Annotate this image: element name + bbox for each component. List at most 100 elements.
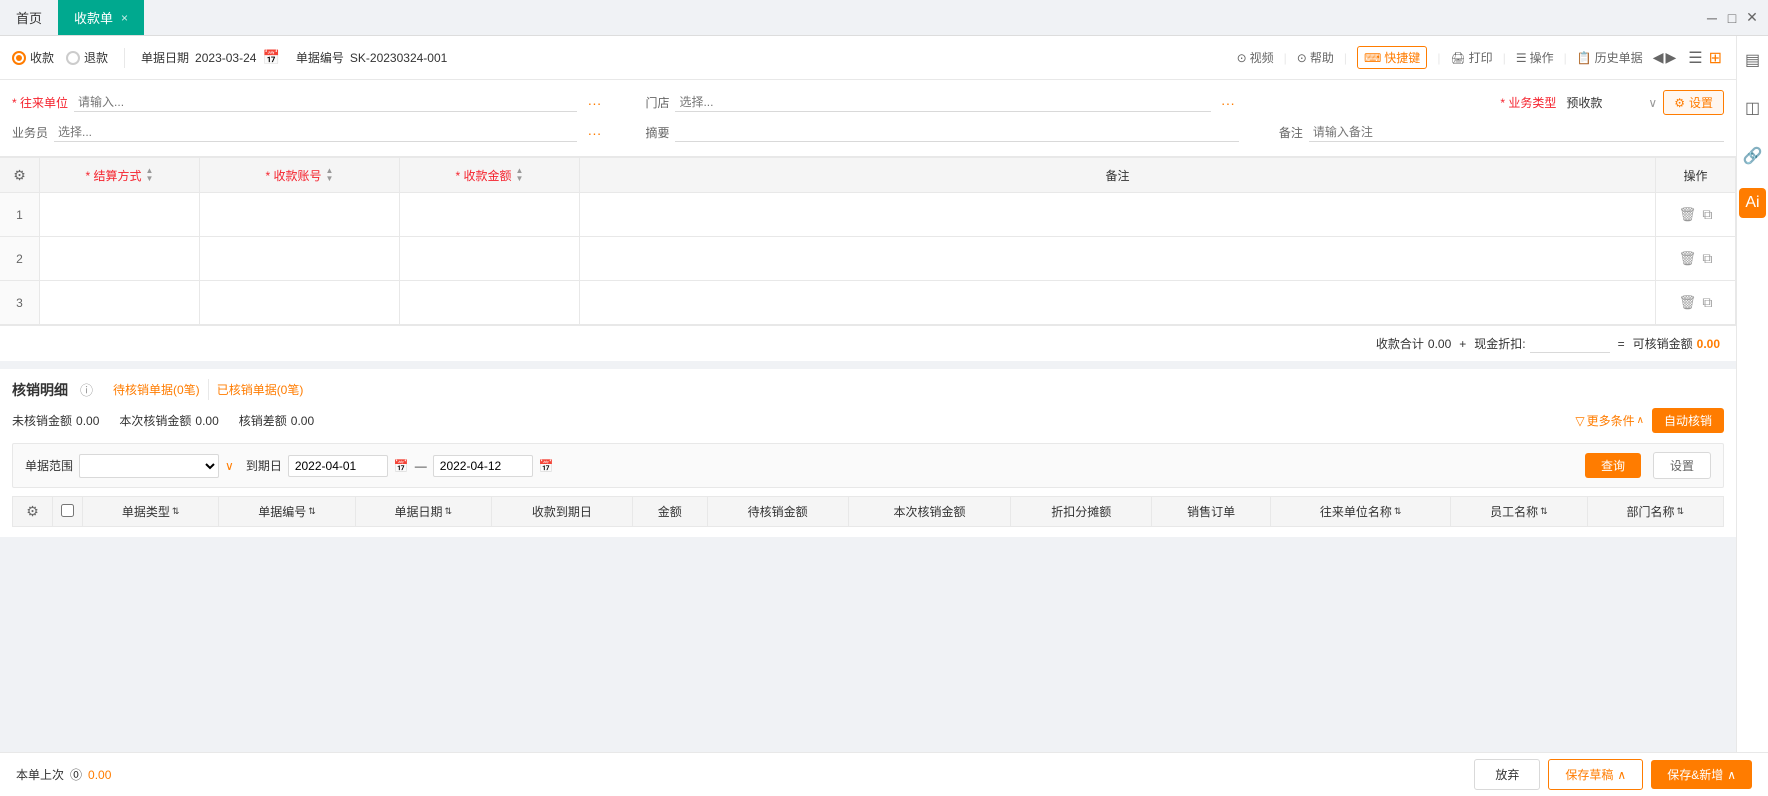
store-input[interactable] bbox=[675, 93, 1210, 112]
table-row: 3 🗑 ⧉ bbox=[0, 281, 1736, 325]
more-conditions-btn[interactable]: ▽ 更多条件 ∧ bbox=[1575, 412, 1644, 429]
help-btn[interactable]: ⊙ 帮助 bbox=[1297, 49, 1334, 66]
row3-settlement[interactable] bbox=[40, 281, 200, 324]
row3-copy-icon[interactable]: ⧉ bbox=[1702, 294, 1712, 311]
radio-tuikuan[interactable]: 退款 bbox=[66, 49, 108, 66]
remark-label: 备注 bbox=[1279, 124, 1303, 141]
filter-icon: ▽ bbox=[1575, 414, 1584, 428]
history-btn[interactable]: 📋 历史单据 bbox=[1577, 49, 1643, 66]
tab-home[interactable]: 首页 bbox=[0, 0, 58, 35]
row2-copy-icon[interactable]: ⧉ bbox=[1702, 250, 1712, 267]
filter-setting-btn[interactable]: 设置 bbox=[1653, 452, 1711, 479]
diff-label: 核销差额 bbox=[239, 412, 287, 429]
row2-settlement[interactable] bbox=[40, 237, 200, 280]
store-field: 门店 ··· bbox=[645, 93, 1238, 112]
bottom-bar: 本单上次 ⓪ 0.00 放弃 保存草稿 ∧ 保存&新增 ∧ bbox=[0, 752, 1768, 796]
save-btn[interactable]: 保存&新增 ∧ bbox=[1651, 760, 1752, 789]
sidebar-doc-icon[interactable]: ◫ bbox=[1739, 92, 1766, 124]
staff-more-btn[interactable]: ··· bbox=[583, 125, 605, 141]
minimize-btn[interactable]: ─ bbox=[1704, 10, 1720, 26]
row2-remark[interactable] bbox=[580, 237, 1656, 280]
dt-check-all[interactable] bbox=[61, 504, 74, 517]
print-btn[interactable]: 🖨 打印 bbox=[1450, 49, 1492, 66]
row3-amount[interactable] bbox=[400, 281, 580, 324]
radio-shoukuan[interactable]: 收款 bbox=[12, 49, 54, 66]
row2-account[interactable] bbox=[200, 237, 400, 280]
remark-input[interactable] bbox=[1309, 123, 1724, 142]
nav-prev[interactable]: ◀ bbox=[1653, 49, 1664, 66]
dt-current-label: 本次核销金额 bbox=[893, 505, 965, 519]
shortcut-icon: ⌨ bbox=[1364, 51, 1381, 65]
shortcut-btn[interactable]: ⌨ 快捷键 bbox=[1357, 46, 1427, 69]
discard-btn[interactable]: 放弃 bbox=[1474, 759, 1540, 790]
tab-current[interactable]: 收款单 × bbox=[58, 0, 144, 35]
settings-btn[interactable]: ⚙ 设置 bbox=[1663, 90, 1724, 115]
draft-btn[interactable]: 保存草稿 ∧ bbox=[1548, 759, 1643, 790]
calendar-icon[interactable]: 📅 bbox=[262, 49, 279, 66]
sort-staff[interactable]: ⇅ bbox=[1540, 506, 1548, 517]
doc-range-dropdown[interactable]: ∨ bbox=[225, 459, 234, 473]
th-gear[interactable]: ⚙ bbox=[0, 158, 40, 192]
verify-tab-pending[interactable]: 待核销单据(0笔) bbox=[105, 379, 209, 400]
query-btn[interactable]: 查询 bbox=[1585, 453, 1641, 478]
sidebar-table-icon[interactable]: ▤ bbox=[1739, 44, 1766, 76]
summary-field: 摘要 bbox=[645, 123, 1238, 142]
row1-account[interactable] bbox=[200, 193, 400, 236]
th-action-text: 操作 bbox=[1683, 167, 1707, 184]
video-btn[interactable]: ⊙ 视频 bbox=[1237, 49, 1274, 66]
verify-tab-done[interactable]: 已核销单据(0笔) bbox=[209, 379, 312, 400]
row3-account[interactable] bbox=[200, 281, 400, 324]
counterpart-input[interactable] bbox=[74, 93, 577, 112]
maximize-btn[interactable]: □ bbox=[1724, 10, 1740, 26]
close-btn[interactable]: ✕ bbox=[1744, 10, 1760, 26]
doc-value[interactable]: SK-20230324-001 bbox=[350, 51, 447, 65]
sort-settlement[interactable]: ▲▼ bbox=[146, 167, 154, 183]
payment-type-group: 收款 退款 bbox=[12, 49, 108, 66]
sort-docnum[interactable]: ⇅ bbox=[308, 506, 316, 517]
row3-remark[interactable] bbox=[580, 281, 1656, 324]
date-to-input[interactable] bbox=[433, 455, 533, 477]
sidebar-ai-icon[interactable]: Ai bbox=[1739, 188, 1765, 218]
date-from-input[interactable] bbox=[288, 455, 388, 477]
main-content: 收款 退款 单据日期 2023-03-24 📅 单据编号 SK-20230324… bbox=[0, 36, 1736, 752]
sort-doctype[interactable]: ⇅ bbox=[172, 506, 180, 517]
summary-input[interactable] bbox=[675, 123, 1238, 142]
sort-docdate[interactable]: ⇅ bbox=[445, 506, 453, 517]
row1-amount[interactable] bbox=[400, 193, 580, 236]
row2-delete-icon[interactable]: 🗑 bbox=[1679, 250, 1697, 267]
toolbar-right: ⊙ 视频 | ⊙ 帮助 | ⌨ 快捷键 | 🖨 打印 | ☰ 操作 bbox=[1237, 46, 1724, 69]
sort-amount[interactable]: ▲▼ bbox=[516, 167, 524, 183]
view-list-btn[interactable]: ☰ bbox=[1686, 48, 1704, 68]
business-type-dropdown[interactable]: ∨ bbox=[1648, 96, 1657, 110]
calendar-from-icon[interactable]: 📅 bbox=[394, 459, 409, 473]
tab-current-label: 收款单 bbox=[74, 8, 113, 27]
row3-delete-icon[interactable]: 🗑 bbox=[1679, 294, 1697, 311]
dt-th-gear[interactable]: ⚙ bbox=[13, 497, 53, 527]
date-range-label: 到期日 bbox=[246, 457, 282, 474]
row1-delete-icon[interactable]: 🗑 bbox=[1679, 206, 1697, 223]
th-settlement-text: * 结算方式 bbox=[86, 167, 142, 184]
row1-copy-icon[interactable]: ⧉ bbox=[1702, 206, 1712, 223]
sort-account[interactable]: ▲▼ bbox=[326, 167, 334, 183]
doc-range-select[interactable] bbox=[79, 454, 219, 478]
staff-input[interactable] bbox=[54, 123, 577, 142]
sort-dept[interactable]: ⇅ bbox=[1677, 506, 1685, 517]
action-label: 操作 bbox=[1530, 49, 1554, 66]
row1-settlement[interactable] bbox=[40, 193, 200, 236]
discount-input[interactable] bbox=[1530, 334, 1610, 353]
row1-num: 1 bbox=[0, 193, 40, 236]
view-grid-btn[interactable]: ⊞ bbox=[1707, 48, 1724, 68]
sort-counterpart[interactable]: ⇅ bbox=[1394, 506, 1402, 517]
counterpart-more-btn[interactable]: ··· bbox=[583, 95, 605, 111]
row2-amount[interactable] bbox=[400, 237, 580, 280]
nav-next[interactable]: ▶ bbox=[1665, 49, 1676, 66]
calendar-to-icon[interactable]: 📅 bbox=[539, 459, 554, 473]
sidebar-link-icon[interactable]: 🔗 bbox=[1737, 140, 1768, 172]
action-btn[interactable]: ☰ 操作 bbox=[1516, 49, 1554, 66]
row1-remark[interactable] bbox=[580, 193, 1656, 236]
auto-verify-btn[interactable]: 自动核销 bbox=[1652, 408, 1724, 433]
date-value[interactable]: 2023-03-24 bbox=[195, 51, 256, 65]
verify-info-icon[interactable]: ⓘ bbox=[80, 380, 93, 399]
store-more-btn[interactable]: ··· bbox=[1217, 95, 1239, 111]
tab-close-btn[interactable]: × bbox=[121, 11, 128, 25]
